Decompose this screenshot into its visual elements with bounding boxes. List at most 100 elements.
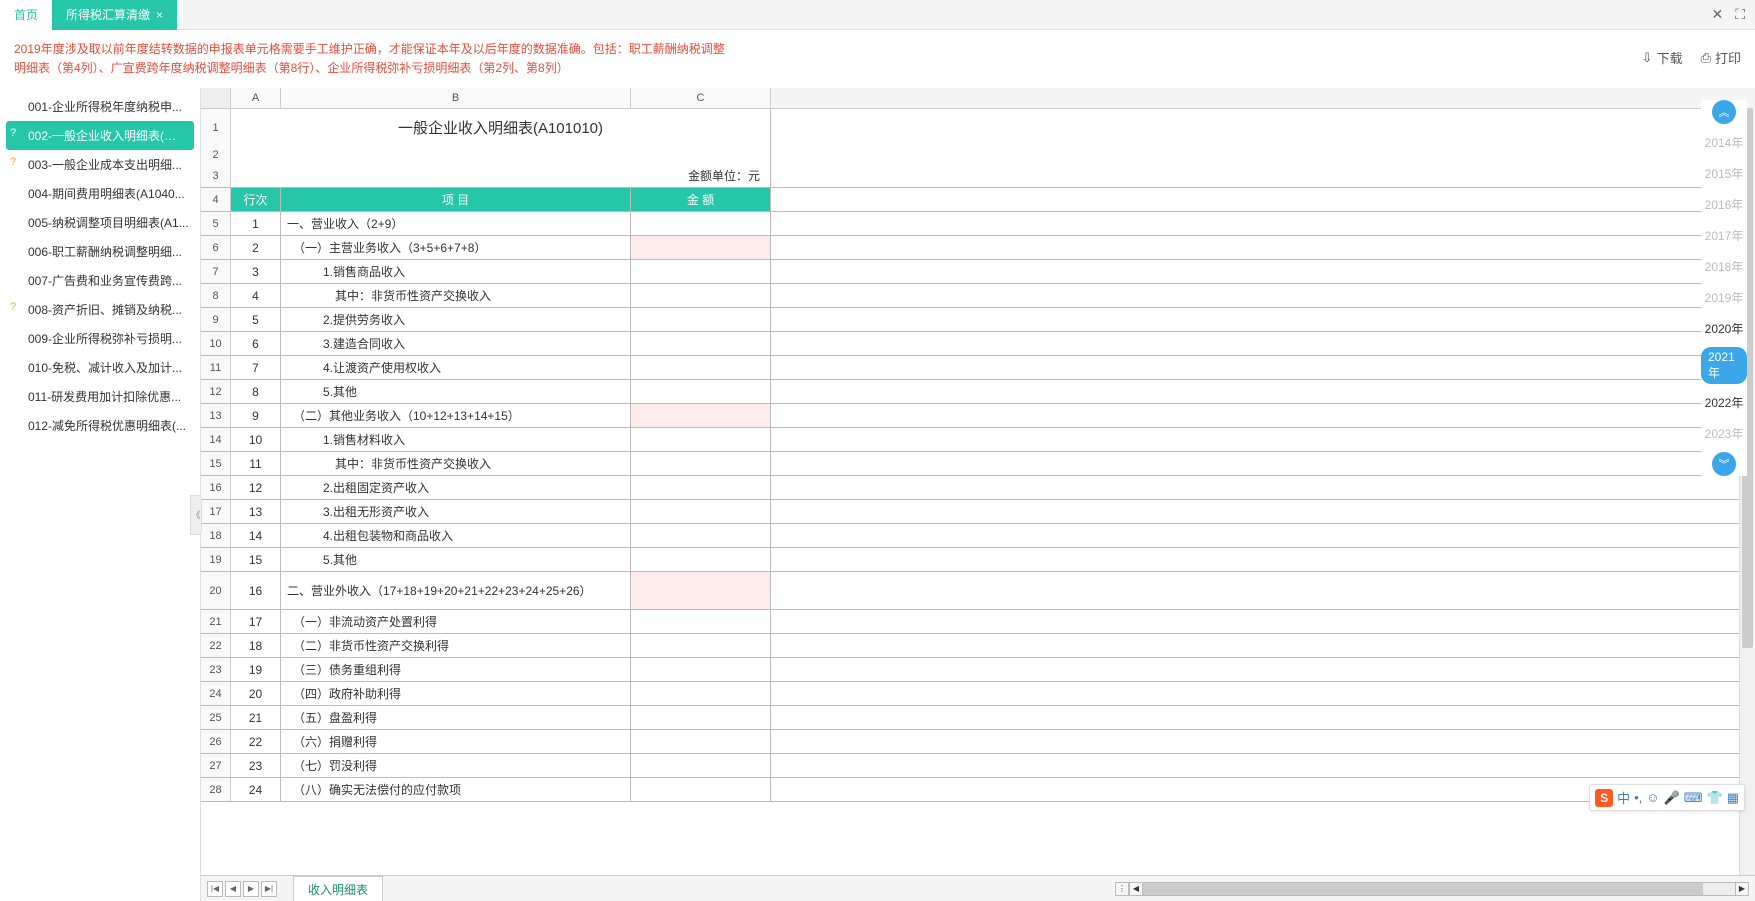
- row-header[interactable]: 12: [201, 380, 231, 403]
- fullscreen-icon[interactable]: ⛶: [1735, 6, 1745, 23]
- cell-index[interactable]: 11: [231, 452, 281, 475]
- row-header[interactable]: 1: [201, 109, 231, 146]
- row-header[interactable]: 7: [201, 260, 231, 283]
- scroll-track[interactable]: [1143, 882, 1735, 896]
- tab-active[interactable]: 所得税汇算清缴 ×: [52, 0, 177, 30]
- cell-index[interactable]: 17: [231, 610, 281, 633]
- cell-amount[interactable]: [631, 524, 771, 547]
- cell-item[interactable]: 其中：非货币性资产交换收入: [281, 452, 631, 475]
- cell-amount[interactable]: [631, 332, 771, 355]
- year-item[interactable]: 2016年: [1703, 192, 1746, 217]
- cell-item[interactable]: 2.提供劳务收入: [281, 308, 631, 331]
- cell-index[interactable]: 22: [231, 730, 281, 753]
- cell-amount[interactable]: [631, 682, 771, 705]
- cell-item[interactable]: （一）非流动资产处置利得: [281, 610, 631, 633]
- scroll-thumb[interactable]: [1143, 883, 1703, 895]
- cell-amount[interactable]: [631, 610, 771, 633]
- sidebar-item[interactable]: ?003-一般企业成本支出明细...: [0, 150, 200, 179]
- cell-amount[interactable]: [631, 452, 771, 475]
- sidebar-item[interactable]: ?008-资产折旧、摊销及纳税...: [0, 295, 200, 324]
- cell-amount[interactable]: [631, 658, 771, 681]
- cell-amount[interactable]: [631, 356, 771, 379]
- sidebar-item[interactable]: 004-期间费用明细表(A1040...: [0, 179, 200, 208]
- close-icon[interactable]: ×: [156, 0, 163, 30]
- cell-amount[interactable]: [631, 212, 771, 235]
- sidebar-item[interactable]: 010-免税、减计收入及加计...: [0, 353, 200, 382]
- cell-item[interactable]: （八）确实无法偿付的应付款项: [281, 778, 631, 801]
- cell-item[interactable]: 2.出租固定资产收入: [281, 476, 631, 499]
- row-header[interactable]: 26: [201, 730, 231, 753]
- cell-item[interactable]: （二）其他业务收入（10+12+13+14+15）: [281, 404, 631, 427]
- cell-index[interactable]: 2: [231, 236, 281, 259]
- cell-amount[interactable]: [631, 706, 771, 729]
- cell-amount[interactable]: [631, 404, 771, 427]
- cell-index[interactable]: 14: [231, 524, 281, 547]
- scroll-left-icon[interactable]: ◀: [1129, 882, 1143, 896]
- ime-mic-icon[interactable]: 🎤: [1664, 790, 1680, 806]
- row-header[interactable]: 2: [201, 146, 231, 164]
- cell-index[interactable]: 8: [231, 380, 281, 403]
- sidebar-item[interactable]: 005-纳税调整项目明细表(A1...: [0, 208, 200, 237]
- row-header[interactable]: 13: [201, 404, 231, 427]
- year-item[interactable]: 2020年: [1703, 316, 1746, 341]
- cell-item[interactable]: （四）政府补助利得: [281, 682, 631, 705]
- row-header[interactable]: 3: [201, 164, 231, 187]
- cell-amount[interactable]: [631, 284, 771, 307]
- cell-amount[interactable]: [631, 236, 771, 259]
- sidebar-collapse-button[interactable]: 《: [190, 495, 202, 535]
- row-header[interactable]: 17: [201, 500, 231, 523]
- cell-amount[interactable]: [631, 572, 771, 609]
- year-item[interactable]: 2015年: [1703, 161, 1746, 186]
- row-header[interactable]: 4: [201, 188, 231, 211]
- row-header[interactable]: 16: [201, 476, 231, 499]
- col-header-c[interactable]: C: [631, 88, 771, 108]
- cell-amount[interactable]: [631, 380, 771, 403]
- row-header[interactable]: 24: [201, 682, 231, 705]
- cell-index[interactable]: 15: [231, 548, 281, 571]
- cell-item[interactable]: （五）盘盈利得: [281, 706, 631, 729]
- cell-index[interactable]: 1: [231, 212, 281, 235]
- print-button[interactable]: ⎙ 打印: [1701, 48, 1741, 67]
- year-item[interactable]: 2022年: [1703, 390, 1746, 415]
- year-up-icon[interactable]: ︽: [1712, 100, 1736, 124]
- cell-item[interactable]: 4.出租包装物和商品收入: [281, 524, 631, 547]
- cell-index[interactable]: 16: [231, 572, 281, 609]
- cell-item[interactable]: 其中：非货币性资产交换收入: [281, 284, 631, 307]
- scroll-handle-icon[interactable]: ⋮: [1115, 882, 1129, 896]
- sidebar-item[interactable]: 009-企业所得税弥补亏损明...: [0, 324, 200, 353]
- sidebar-item[interactable]: ?002-一般企业收入明细表(A1...: [6, 121, 194, 150]
- cell-index[interactable]: 3: [231, 260, 281, 283]
- cell-item[interactable]: 3.建造合同收入: [281, 332, 631, 355]
- ime-skin-icon[interactable]: 👕: [1707, 790, 1723, 806]
- nav-first-icon[interactable]: |◀: [207, 881, 223, 897]
- scroll-right-icon[interactable]: ▶: [1735, 882, 1749, 896]
- cell-index[interactable]: 10: [231, 428, 281, 451]
- cell-index[interactable]: 24: [231, 778, 281, 801]
- sidebar-item[interactable]: 001-企业所得税年度纳税申...: [0, 92, 200, 121]
- nav-next-icon[interactable]: ▶: [243, 881, 259, 897]
- year-down-icon[interactable]: ︾: [1712, 452, 1736, 476]
- row-header[interactable]: 21: [201, 610, 231, 633]
- row-header[interactable]: 22: [201, 634, 231, 657]
- row-header[interactable]: 9: [201, 308, 231, 331]
- cell-amount[interactable]: [631, 500, 771, 523]
- cell-index[interactable]: 6: [231, 332, 281, 355]
- row-header[interactable]: 20: [201, 572, 231, 609]
- cell-item[interactable]: （二）非货币性资产交换利得: [281, 634, 631, 657]
- close-icon[interactable]: ✕: [1711, 6, 1723, 23]
- corner-cell[interactable]: [201, 88, 231, 108]
- cell-index[interactable]: 13: [231, 500, 281, 523]
- cell-item[interactable]: 一、营业收入（2+9）: [281, 212, 631, 235]
- year-item[interactable]: 2017年: [1703, 223, 1746, 248]
- cell-index[interactable]: 21: [231, 706, 281, 729]
- cell-item[interactable]: 二、营业外收入（17+18+19+20+21+22+23+24+25+26）: [281, 572, 631, 609]
- cell-item[interactable]: 3.出租无形资产收入: [281, 500, 631, 523]
- cell-index[interactable]: 18: [231, 634, 281, 657]
- year-item[interactable]: 2014年: [1703, 130, 1746, 155]
- cell-index[interactable]: 19: [231, 658, 281, 681]
- year-item[interactable]: 2021年: [1701, 347, 1747, 384]
- cell-index[interactable]: 5: [231, 308, 281, 331]
- cell-amount[interactable]: [631, 428, 771, 451]
- cell-item[interactable]: 1.销售材料收入: [281, 428, 631, 451]
- year-item[interactable]: 2023年: [1703, 421, 1746, 446]
